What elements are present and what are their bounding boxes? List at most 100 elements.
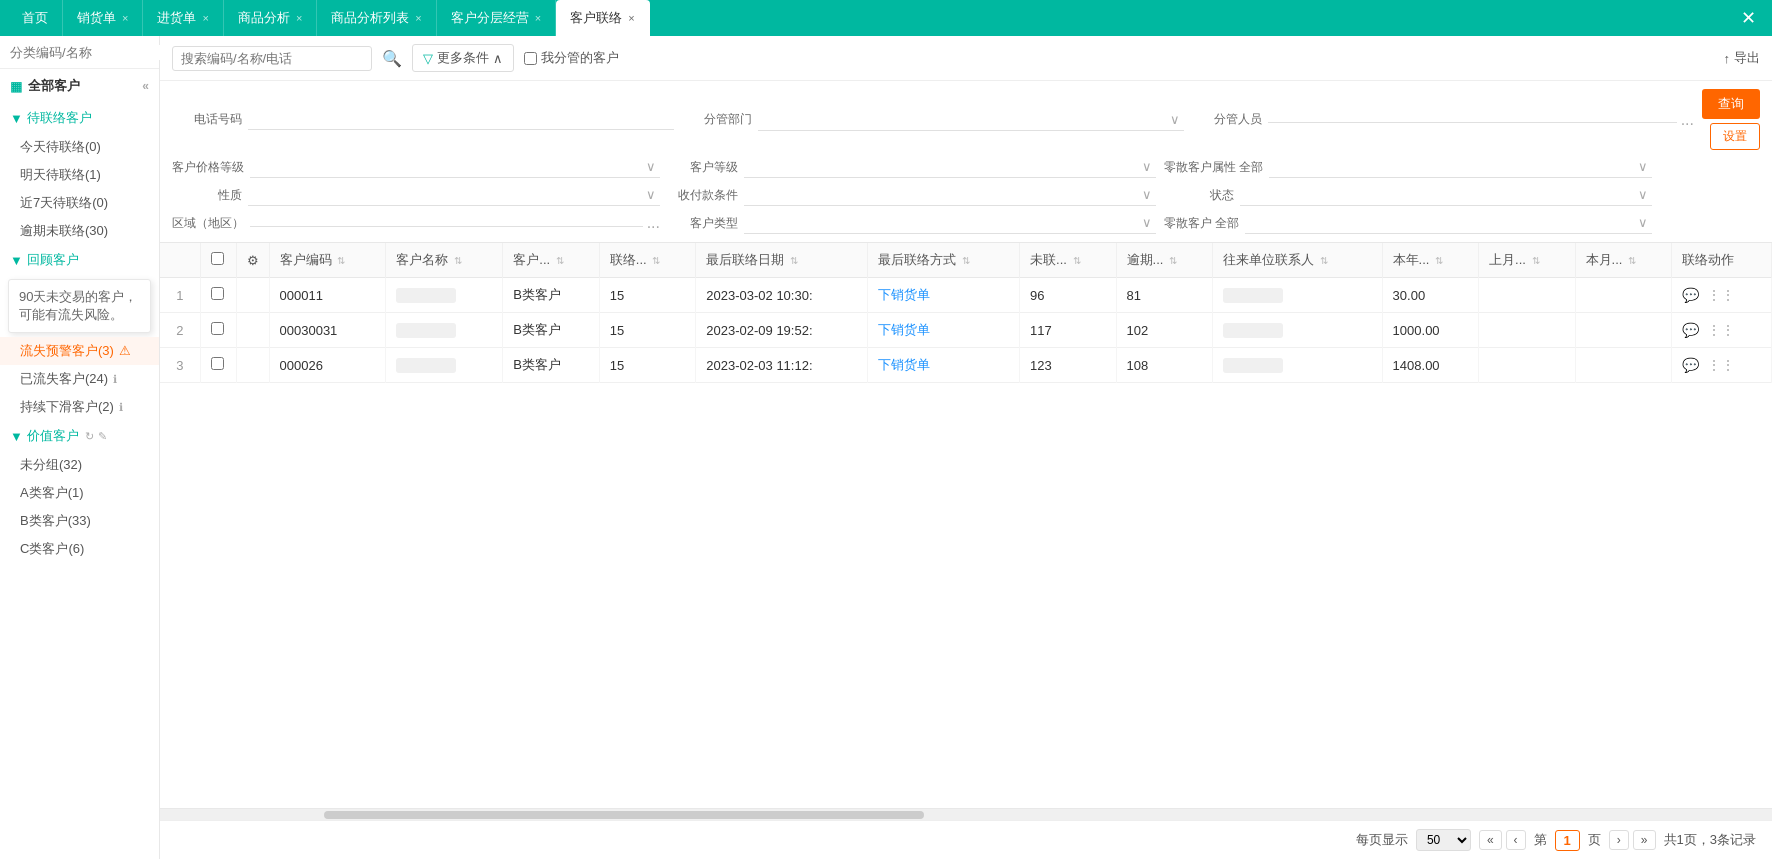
manager-select[interactable]: [1268, 116, 1677, 123]
horizontal-scrollbar[interactable]: [160, 808, 1772, 820]
phone-input[interactable]: [248, 109, 674, 130]
action-chat-3[interactable]: 💬: [1682, 357, 1699, 373]
col-last-date[interactable]: 最后联络日期 ⇅: [696, 243, 868, 278]
my-customers-checkbox[interactable]: 我分管的客户: [524, 49, 619, 67]
col-overdue[interactable]: 逾期... ⇅: [1116, 243, 1212, 278]
sidebar-item-type-b[interactable]: B类客户(33): [0, 507, 159, 535]
sidebar-item-week-contact[interactable]: 近7天待联络(0): [0, 189, 159, 217]
next-page-button[interactable]: ›: [1609, 830, 1629, 850]
action-chat-2[interactable]: 💬: [1682, 322, 1699, 338]
sidebar-search-input[interactable]: [10, 45, 178, 60]
col-type[interactable]: 客户... ⇅: [503, 243, 599, 278]
payment-select[interactable]: ∨: [744, 184, 1156, 206]
tab-customer-segment-close[interactable]: ×: [535, 12, 541, 24]
tab-analysis-table[interactable]: 商品分析列表 ×: [317, 0, 436, 36]
per-page-select[interactable]: 50 10 20 100: [1416, 829, 1471, 851]
row-check-2[interactable]: [211, 322, 224, 335]
contact-way-link-3[interactable]: 下销货单: [878, 357, 930, 372]
search-input[interactable]: [172, 46, 372, 71]
row-overdue-1: 81: [1116, 278, 1212, 313]
prev-page-button[interactable]: ‹: [1506, 830, 1526, 850]
retail-customer-select[interactable]: ∨: [1245, 212, 1652, 234]
action-more-2[interactable]: ⋮⋮: [1707, 322, 1735, 338]
price-level-select[interactable]: ∨: [250, 156, 660, 178]
tab-home[interactable]: 首页: [8, 0, 63, 36]
customer-level-select[interactable]: ∨: [744, 156, 1156, 178]
more-conditions-button[interactable]: ▽ 更多条件 ∧: [412, 44, 514, 72]
row-date-1: 2023-03-02 10:30:: [696, 278, 868, 313]
sidebar-item-tomorrow-contact[interactable]: 明天待联络(1): [0, 161, 159, 189]
sidebar-item-today-contact[interactable]: 今天待联络(0): [0, 133, 159, 161]
settings-button[interactable]: 设置: [1710, 123, 1760, 150]
table-row: 3 000026 B类客户 15 2023-02-03 11:12: 下销货单 …: [160, 348, 1772, 383]
select-all-checkbox[interactable]: [211, 252, 224, 265]
row-check-3[interactable]: [211, 357, 224, 370]
scrollbar-thumb[interactable]: [324, 811, 924, 819]
action-more-3[interactable]: ⋮⋮: [1707, 357, 1735, 373]
sidebar-item-overdue-contact[interactable]: 逾期未联络(30): [0, 217, 159, 245]
row-name-2: [386, 313, 503, 348]
refresh-icon[interactable]: ↻: [85, 430, 94, 443]
sort-icon-no-contact: ⇅: [1073, 255, 1081, 266]
col-unit-contact[interactable]: 往来单位联系人 ⇅: [1213, 243, 1383, 278]
collapse-button[interactable]: «: [142, 79, 149, 93]
status-select[interactable]: ∨: [1240, 184, 1652, 206]
tab-customer-contact[interactable]: 客户联络 ×: [556, 0, 649, 36]
col-this-year[interactable]: 本年... ⇅: [1382, 243, 1478, 278]
my-customers-check[interactable]: [524, 52, 537, 65]
tab-purchase[interactable]: 进货单 ×: [143, 0, 223, 36]
manager-dots-button[interactable]: ...: [1681, 111, 1694, 129]
tab-purchase-close[interactable]: ×: [202, 12, 208, 24]
tab-customer-contact-close[interactable]: ×: [628, 12, 634, 24]
col-code[interactable]: 客户编码 ⇅: [269, 243, 386, 278]
sidebar-section-review[interactable]: ▼ 回顾客户: [0, 245, 159, 275]
row-actions-3: 💬 ⋮⋮: [1672, 348, 1772, 383]
dept-select[interactable]: ∨: [758, 109, 1184, 131]
nature-select[interactable]: ∨: [248, 184, 660, 206]
table-container: ⚙ 客户编码 ⇅ 客户名称 ⇅ 客户... ⇅: [160, 243, 1772, 808]
last-page-button[interactable]: »: [1633, 830, 1656, 850]
sidebar-section-pending[interactable]: ▼ 待联络客户: [0, 103, 159, 133]
sidebar-section-value[interactable]: ▼ 价值客户 ↻ ✎: [0, 421, 159, 451]
region-select[interactable]: [250, 220, 643, 227]
retail-attr-select[interactable]: ∨: [1269, 156, 1652, 178]
sidebar-item-churn-warning[interactable]: 流失预警客户(3) ⚠: [0, 337, 159, 365]
first-page-button[interactable]: «: [1479, 830, 1502, 850]
tab-analysis-close[interactable]: ×: [296, 12, 302, 24]
sidebar-item-type-c[interactable]: C类客户(6): [0, 535, 159, 563]
contact-way-link-1[interactable]: 下销货单: [878, 287, 930, 302]
tab-sales-close[interactable]: ×: [122, 12, 128, 24]
table-settings-icon[interactable]: ⚙: [247, 253, 259, 268]
query-button[interactable]: 查询: [1702, 89, 1760, 119]
col-last-way[interactable]: 最后联络方式 ⇅: [868, 243, 1020, 278]
row-contact-3: 15: [599, 348, 695, 383]
sidebar-root-item[interactable]: ▦ 全部客户 «: [0, 69, 159, 103]
sidebar-item-declining[interactable]: 持续下滑客户(2) ℹ: [0, 393, 159, 421]
chevron-down-icon: ∧: [493, 51, 503, 66]
contact-way-link-2[interactable]: 下销货单: [878, 322, 930, 337]
sidebar-item-type-a[interactable]: A类客户(1): [0, 479, 159, 507]
export-button[interactable]: ↑ 导出: [1724, 49, 1761, 67]
col-no-contact[interactable]: 未联... ⇅: [1020, 243, 1116, 278]
action-chat-1[interactable]: 💬: [1682, 287, 1699, 303]
sidebar-item-ungroup[interactable]: 未分组(32): [0, 451, 159, 479]
col-contact[interactable]: 联络... ⇅: [599, 243, 695, 278]
region-dots-button[interactable]: ...: [647, 214, 660, 232]
sidebar: 🔍 ▦ 全部客户 « ▼ 待联络客户 今天待联络(0) 明天待联络(1) 近7天…: [0, 36, 160, 859]
row-check-1[interactable]: [211, 287, 224, 300]
col-this-month[interactable]: 本月... ⇅: [1575, 243, 1671, 278]
action-more-1[interactable]: ⋮⋮: [1707, 287, 1735, 303]
export-icon: ↑: [1724, 51, 1731, 66]
col-last-month[interactable]: 上月... ⇅: [1479, 243, 1575, 278]
tab-analysis[interactable]: 商品分析 ×: [224, 0, 317, 36]
tab-analysis-table-close[interactable]: ×: [415, 12, 421, 24]
sidebar-item-churned[interactable]: 已流失客户(24) ℹ: [0, 365, 159, 393]
col-name[interactable]: 客户名称 ⇅: [386, 243, 503, 278]
customer-type-select[interactable]: ∨: [744, 212, 1156, 234]
tab-customer-segment[interactable]: 客户分层经营 ×: [437, 0, 556, 36]
edit-icon[interactable]: ✎: [98, 430, 107, 443]
search-button[interactable]: 🔍: [382, 49, 402, 68]
window-close-button[interactable]: ✕: [1733, 7, 1764, 29]
main-layout: 🔍 ▦ 全部客户 « ▼ 待联络客户 今天待联络(0) 明天待联络(1) 近7天…: [0, 36, 1772, 859]
tab-sales[interactable]: 销货单 ×: [63, 0, 143, 36]
